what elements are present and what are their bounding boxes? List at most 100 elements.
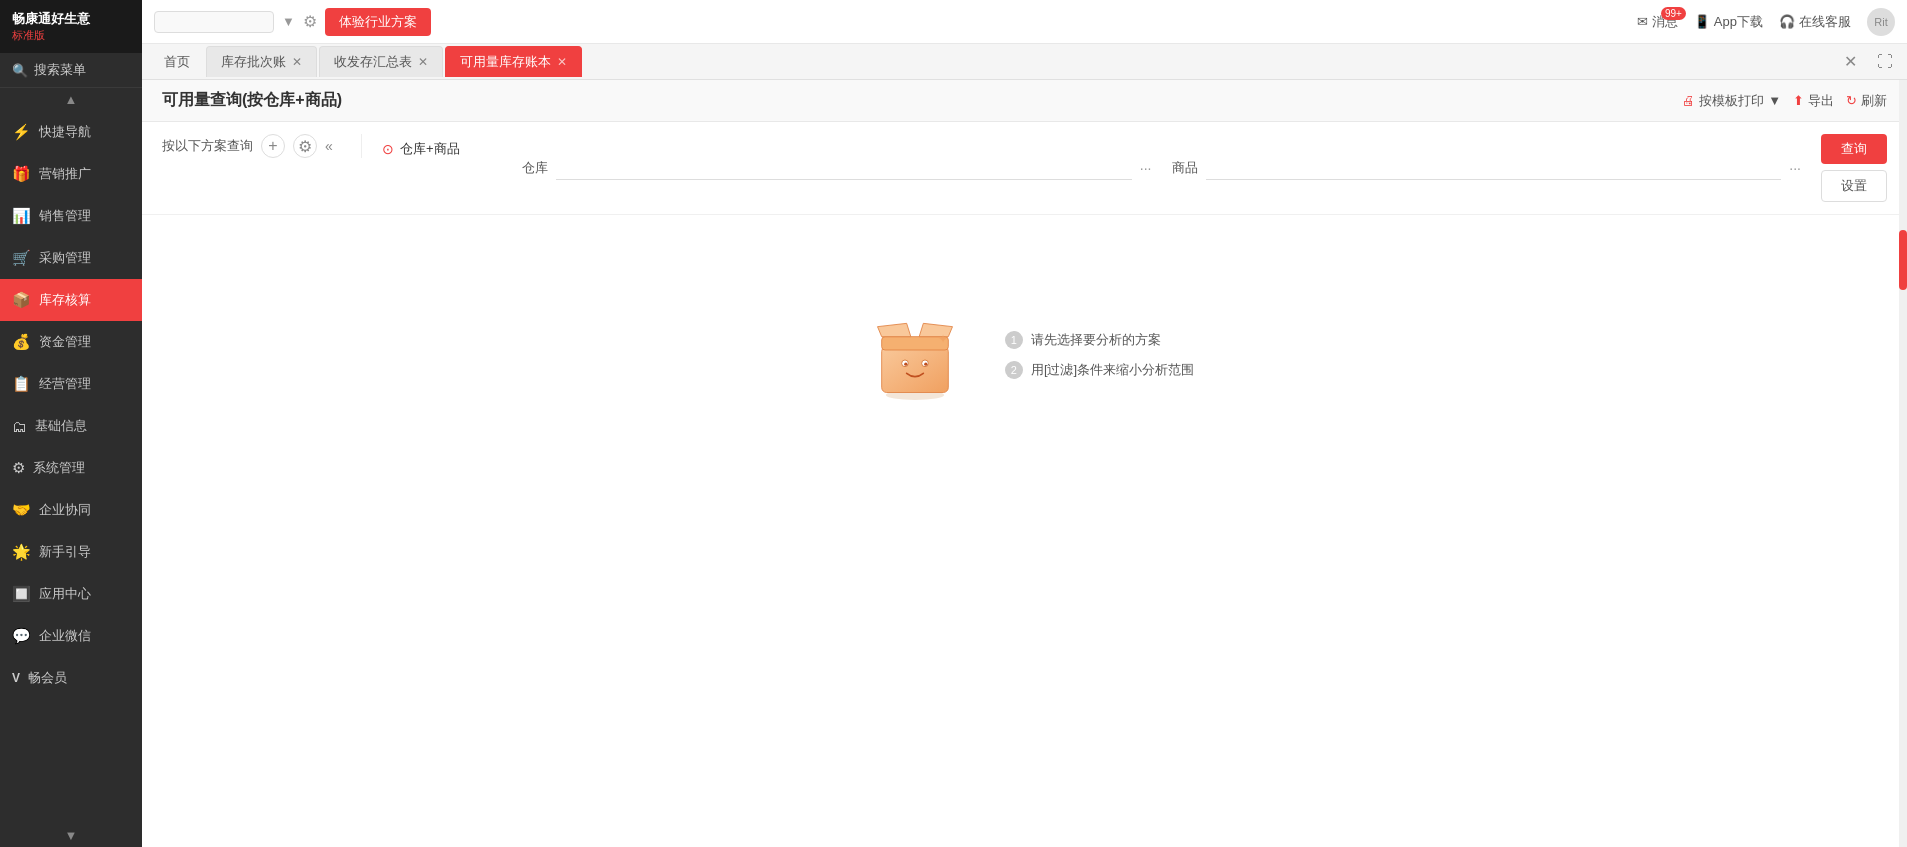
sidebar-search[interactable]: 🔍 搜索菜单 bbox=[0, 53, 142, 88]
print-dropdown-icon[interactable]: ▼ bbox=[1768, 93, 1781, 108]
tabs-close-all-button[interactable]: ✕ bbox=[1838, 50, 1863, 73]
print-label: 按模板打印 bbox=[1699, 92, 1764, 110]
service-icon: 🎧 bbox=[1779, 14, 1795, 29]
app-download-label: App下载 bbox=[1714, 13, 1763, 31]
enterprise-icon: 🤝 bbox=[12, 501, 31, 519]
sidebar-item-operation[interactable]: 📋 经营管理 bbox=[0, 363, 142, 405]
tab-inventory-batch-label: 库存批次账 bbox=[221, 53, 286, 71]
sidebar-scroll-down[interactable]: ▼ bbox=[0, 824, 142, 847]
filter-left: 按以下方案查询 + ⚙ « bbox=[162, 134, 362, 158]
tip-text-2: 用[过滤]条件来缩小分析范围 bbox=[1031, 361, 1194, 379]
empty-tip-1: 1 请先选择要分析的方案 bbox=[1005, 331, 1194, 349]
query-settings-group: 查询 设置 bbox=[1821, 134, 1887, 202]
tabs-expand-button[interactable]: ⛶ bbox=[1871, 51, 1899, 73]
edition-label: 标准版 bbox=[12, 28, 130, 43]
page-content: 可用量查询(按仓库+商品) 🖨 按模板打印 ▼ ⬆ 导出 ↻ 刷新 bbox=[142, 80, 1907, 847]
goods-label: 商品 bbox=[1172, 159, 1198, 177]
finance-icon: 💰 bbox=[12, 333, 31, 351]
system-icon: ⚙ bbox=[12, 459, 25, 477]
empty-box-svg: ✦ bbox=[865, 305, 965, 405]
topbar-search-input[interactable] bbox=[163, 15, 243, 29]
right-scrollbar-thumb[interactable] bbox=[1899, 230, 1907, 290]
tab-inventory-batch[interactable]: 库存批次账 ✕ bbox=[206, 46, 317, 77]
page-header-actions: 🖨 按模板打印 ▼ ⬆ 导出 ↻ 刷新 bbox=[1682, 92, 1887, 110]
sidebar-item-system[interactable]: ⚙ 系统管理 bbox=[0, 447, 142, 489]
scheme-name: 仓库+商品 bbox=[400, 140, 460, 158]
warehouse-more-button[interactable]: ··· bbox=[1140, 160, 1152, 176]
goods-input[interactable] bbox=[1206, 156, 1782, 180]
message-badge: 99+ bbox=[1661, 7, 1686, 20]
query-button[interactable]: 查询 bbox=[1821, 134, 1887, 164]
sidebar-item-inventory[interactable]: 📦 库存核算 bbox=[0, 279, 142, 321]
filter-collapse-button[interactable]: « bbox=[325, 138, 333, 154]
sidebar-item-marketing[interactable]: 🎁 营销推广 bbox=[0, 153, 142, 195]
app-center-icon: 🔲 bbox=[12, 585, 31, 603]
goods-more-button[interactable]: ··· bbox=[1789, 160, 1801, 176]
topbar-avatar[interactable]: Rit bbox=[1867, 8, 1895, 36]
tab-stock-summary-close[interactable]: ✕ bbox=[418, 55, 428, 69]
sidebar-item-purchase[interactable]: 🛒 采购管理 bbox=[0, 237, 142, 279]
topbar-right: ✉ 消息 99+ 📱 App下载 🎧 在线客服 Rit bbox=[1637, 8, 1895, 36]
nav-label-basic: 基础信息 bbox=[35, 417, 87, 435]
right-scrollbar[interactable] bbox=[1899, 80, 1907, 847]
nav-label-system: 系统管理 bbox=[33, 459, 85, 477]
tab-stock-summary-label: 收发存汇总表 bbox=[334, 53, 412, 71]
sidebar-item-wechat[interactable]: 💬 企业微信 bbox=[0, 615, 142, 657]
nav-label-purchase: 采购管理 bbox=[39, 249, 91, 267]
topbar: ▼ ⚙ 体验行业方案 ✉ 消息 99+ 📱 App下载 🎧 在线客服 Rit bbox=[142, 0, 1907, 44]
sidebar-item-basic[interactable]: 🗂 基础信息 bbox=[0, 405, 142, 447]
svg-marker-3 bbox=[877, 323, 910, 336]
purchase-icon: 🛒 bbox=[12, 249, 31, 267]
sidebar-item-sales[interactable]: 📊 销售管理 bbox=[0, 195, 142, 237]
nav-label-enterprise: 企业协同 bbox=[39, 501, 91, 519]
refresh-button[interactable]: ↻ 刷新 bbox=[1846, 92, 1887, 110]
filter-settings-button[interactable]: ⚙ bbox=[293, 134, 317, 158]
topbar-search-box[interactable] bbox=[154, 11, 274, 33]
inventory-icon: 📦 bbox=[12, 291, 31, 309]
print-template-button[interactable]: 🖨 按模板打印 ▼ bbox=[1682, 92, 1781, 110]
newbie-icon: 🌟 bbox=[12, 543, 31, 561]
trial-button[interactable]: 体验行业方案 bbox=[325, 8, 431, 36]
tab-inventory-batch-close[interactable]: ✕ bbox=[292, 55, 302, 69]
filter-add-button[interactable]: + bbox=[261, 134, 285, 158]
sidebar-item-enterprise[interactable]: 🤝 企业协同 bbox=[0, 489, 142, 531]
settings-button[interactable]: 设置 bbox=[1821, 170, 1887, 202]
topbar-gear-icon[interactable]: ⚙ bbox=[303, 12, 317, 31]
filter-right: 仓库 ··· 商品 ··· 查询 设置 bbox=[502, 134, 1887, 202]
empty-state: ✦ 1 请先选择要分析的方案 2 用[过滤]条件来缩小分析范围 bbox=[142, 215, 1907, 495]
tab-available-qty[interactable]: 可用量库存账本 ✕ bbox=[445, 46, 582, 77]
svg-point-8 bbox=[924, 363, 927, 366]
topbar-message[interactable]: ✉ 消息 99+ bbox=[1637, 13, 1678, 31]
tab-stock-summary[interactable]: 收发存汇总表 ✕ bbox=[319, 46, 443, 77]
svg-text:✦: ✦ bbox=[938, 332, 948, 345]
tabs-bar: 首页 库存批次账 ✕ 收发存汇总表 ✕ 可用量库存账本 ✕ ✕ ⛶ bbox=[142, 44, 1907, 80]
nav-label-inventory: 库存核算 bbox=[39, 291, 91, 309]
filter-area: 按以下方案查询 + ⚙ « ⊙ 仓库+商品 仓库 ··· 商品 bbox=[142, 122, 1907, 215]
tab-home[interactable]: 首页 bbox=[150, 47, 204, 77]
svg-rect-1 bbox=[882, 347, 949, 393]
filter-warehouse-field: 仓库 ··· bbox=[522, 156, 1152, 180]
nav-label-app-center: 应用中心 bbox=[39, 585, 91, 603]
warehouse-input[interactable] bbox=[556, 156, 1132, 180]
topbar-online-service[interactable]: 🎧 在线客服 bbox=[1779, 13, 1851, 31]
tip-number-1: 1 bbox=[1005, 331, 1023, 349]
sidebar-item-app-center[interactable]: 🔲 应用中心 bbox=[0, 573, 142, 615]
page-title: 可用量查询(按仓库+商品) bbox=[162, 90, 342, 111]
sidebar-item-member[interactable]: V 畅会员 bbox=[0, 657, 142, 699]
sidebar-item-finance[interactable]: 💰 资金管理 bbox=[0, 321, 142, 363]
nav-label-newbie: 新手引导 bbox=[39, 543, 91, 561]
filter-scheme-item-warehouse-goods[interactable]: ⊙ 仓库+商品 bbox=[374, 134, 502, 164]
export-button[interactable]: ⬆ 导出 bbox=[1793, 92, 1834, 110]
wechat-icon: 💬 bbox=[12, 627, 31, 645]
filter-goods-field: 商品 ··· bbox=[1172, 156, 1802, 180]
topbar-app-download[interactable]: 📱 App下载 bbox=[1694, 13, 1763, 31]
topbar-dropdown-arrow[interactable]: ▼ bbox=[282, 14, 295, 29]
tab-available-qty-close[interactable]: ✕ bbox=[557, 55, 567, 69]
app-download-icon: 📱 bbox=[1694, 14, 1710, 29]
sidebar-item-quick-nav[interactable]: ⚡ 快捷导航 bbox=[0, 111, 142, 153]
sidebar-scroll-up[interactable]: ▲ bbox=[0, 88, 142, 111]
sidebar-item-newbie[interactable]: 🌟 新手引导 bbox=[0, 531, 142, 573]
main-area: ▼ ⚙ 体验行业方案 ✉ 消息 99+ 📱 App下载 🎧 在线客服 Rit bbox=[142, 0, 1907, 847]
export-label: 导出 bbox=[1808, 92, 1834, 110]
tip-text-1: 请先选择要分析的方案 bbox=[1031, 331, 1161, 349]
